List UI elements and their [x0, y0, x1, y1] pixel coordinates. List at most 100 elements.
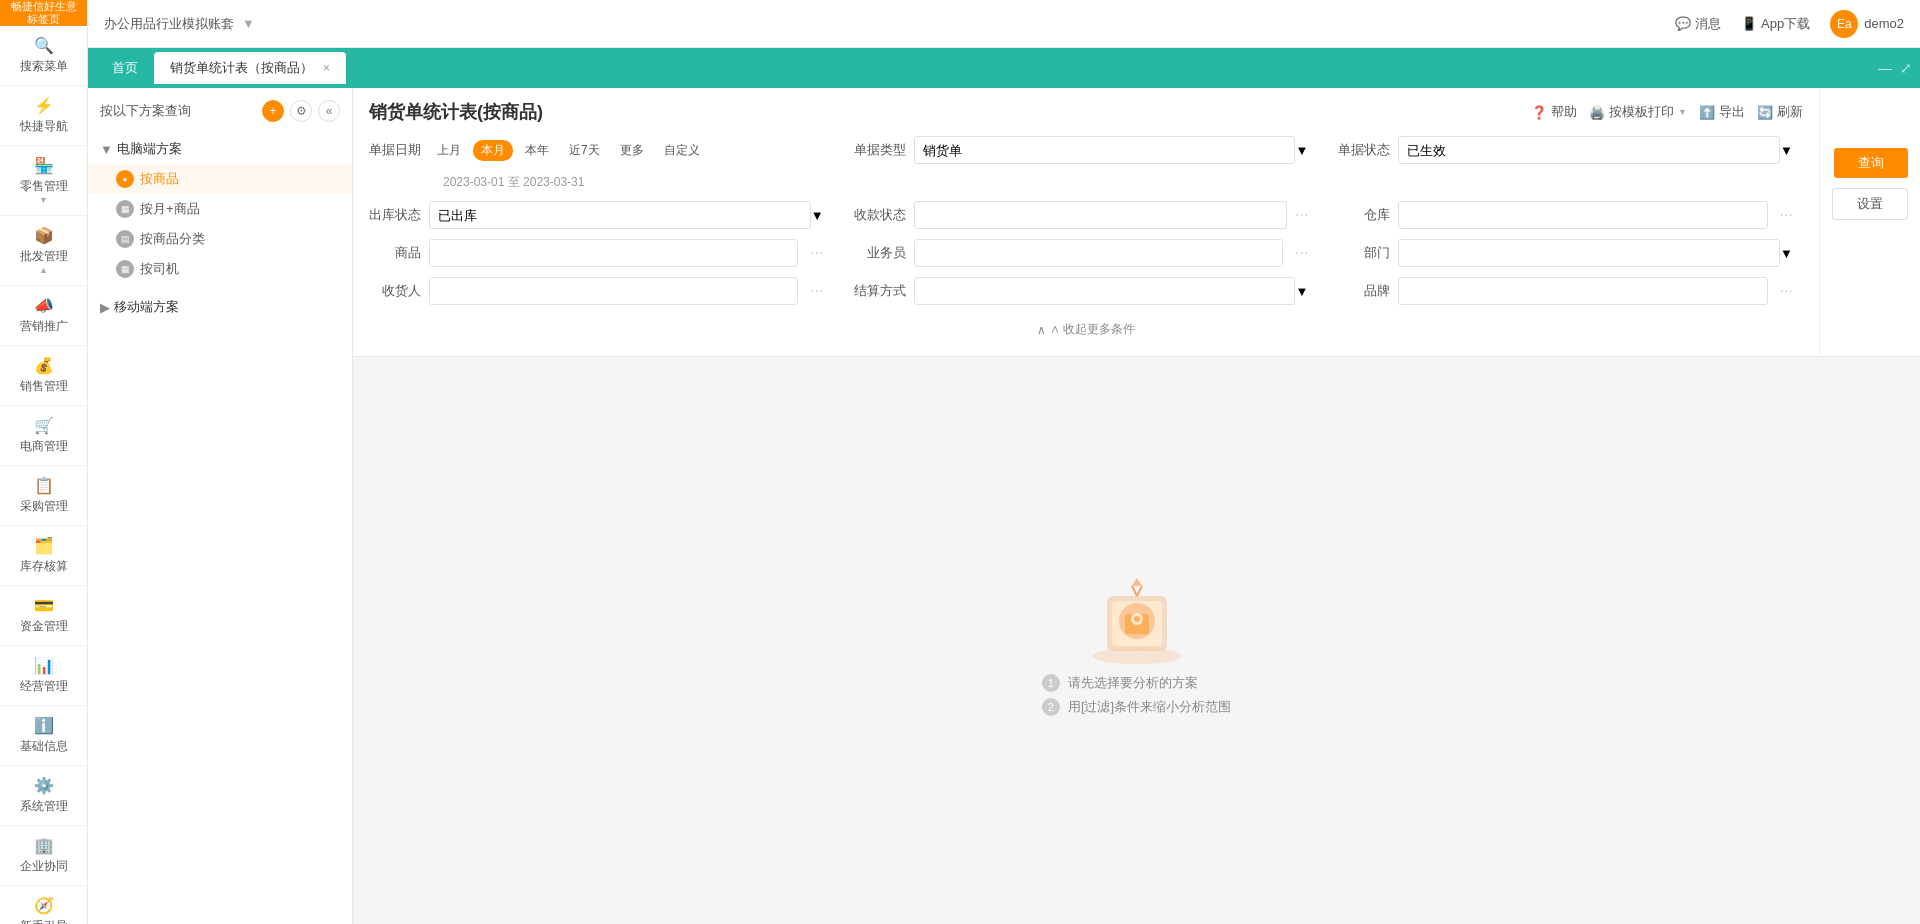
empty-tip-2: 2 用[过滤]条件来缩小分析范围 — [1042, 698, 1231, 716]
docstatus-select[interactable]: 已生效 — [1398, 136, 1780, 164]
receiver-filter-cell: 收货人 ··· — [369, 277, 834, 305]
salesman-input[interactable] — [914, 239, 1283, 267]
settings-button[interactable]: 设置 — [1832, 188, 1908, 220]
active-item-label: 按商品 — [140, 170, 179, 188]
mobile-group-header[interactable]: ▶ 移动端方案 — [88, 292, 352, 322]
tree-item-goods-category[interactable]: ▤ 按商品分类 — [88, 224, 352, 254]
sidebar-search-label: 搜索菜单 — [20, 58, 68, 75]
tip-num-2: 2 — [1042, 698, 1060, 716]
goods-category-label: 按商品分类 — [140, 230, 205, 248]
export-label: 导出 — [1719, 103, 1745, 121]
maximize-btn[interactable]: ⤢ — [1900, 60, 1912, 76]
brand-input[interactable] — [1398, 277, 1767, 305]
logo-subtext: 标签页 — [27, 13, 60, 26]
collapse-bar[interactable]: ∧ ∧ 收起更多条件 — [369, 315, 1803, 344]
pc-group-header[interactable]: ▼ 电脑端方案 — [88, 134, 352, 164]
collapse-panel-btn[interactable]: « — [318, 100, 340, 122]
tab-close-btn[interactable]: × — [323, 61, 330, 75]
date-tab-7days[interactable]: 近7天 — [561, 140, 608, 161]
tab-active[interactable]: 销货单统计表（按商品） × — [154, 52, 346, 84]
tab-home[interactable]: 首页 — [96, 52, 154, 84]
sidebar-item-marketing[interactable]: 📣 营销推广 — [0, 286, 87, 346]
sidebar-logo[interactable]: 畅捷信好生意 标签页 — [0, 0, 87, 26]
sidebar-item-inventory[interactable]: 🗂️ 库存核算 — [0, 526, 87, 586]
sidebar-item-sales[interactable]: 💰 销售管理 — [0, 346, 87, 406]
date-tab-thismonth[interactable]: 本月 — [473, 140, 513, 161]
messages-label: 消息 — [1695, 15, 1721, 33]
dept-select[interactable] — [1398, 239, 1780, 267]
tree-item-by-driver[interactable]: ▦ 按司机 — [88, 254, 352, 284]
tree-item-month-goods[interactable]: ▦ 按月+商品 — [88, 194, 352, 224]
receiver-dots[interactable]: ··· — [810, 282, 823, 300]
goods-control: ··· — [429, 239, 824, 267]
warehouse-input[interactable] — [1398, 201, 1767, 229]
sidebar-item-purchase[interactable]: 📋 采购管理 — [0, 466, 87, 526]
tree-item-by-goods[interactable]: ● 按商品 — [88, 164, 352, 194]
stockout-filter-cell: 出库状态 已出库 ▼ — [369, 201, 834, 229]
payment-input[interactable] — [914, 201, 1287, 229]
sidebar-item-system[interactable]: ⚙️ 系统管理 — [0, 766, 87, 826]
stockout-control: 已出库 ▼ — [429, 201, 824, 229]
svg-line-7 — [1132, 586, 1137, 596]
date-tab-thisyear[interactable]: 本年 — [517, 140, 557, 161]
goods-dots[interactable]: ··· — [810, 244, 823, 262]
dropdown-icon[interactable]: ▼ — [242, 16, 255, 31]
empty-state: 1 请先选择要分析的方案 2 用[过滤]条件来缩小分析范围 — [353, 357, 1920, 924]
search-icon: 🔍 — [34, 36, 54, 55]
sidebar-item-basic[interactable]: ℹ️ 基础信息 — [0, 706, 87, 766]
wholesale-icon: 📦 — [34, 226, 54, 245]
month-goods-icon: ▦ — [116, 200, 134, 218]
receiver-input[interactable] — [429, 277, 798, 305]
sidebar-basic-label: 基础信息 — [20, 738, 68, 755]
stockout-select[interactable]: 已出库 — [429, 201, 811, 229]
sidebar-item-finance[interactable]: 💳 资金管理 — [0, 586, 87, 646]
app-download-action[interactable]: 📱 App下载 — [1741, 15, 1810, 33]
sidebar-item-retail[interactable]: 🏪 零售管理 ▼ — [0, 146, 87, 216]
refresh-action[interactable]: 🔄 刷新 — [1757, 103, 1803, 121]
sidebar-item-search[interactable]: 🔍 搜索菜单 — [0, 26, 87, 86]
date-tabs: 上月 本月 本年 近7天 更多 自定义 — [429, 140, 708, 161]
salesman-dots[interactable]: ··· — [1295, 244, 1308, 262]
sidebar-item-enterprise[interactable]: 🏢 企业协同 — [0, 826, 87, 886]
quicknav-icon: ⚡ — [34, 96, 54, 115]
system-icon: ⚙️ — [34, 776, 54, 795]
payment-dots[interactable]: ··· — [1295, 206, 1308, 224]
paymethod-select[interactable] — [914, 277, 1296, 305]
goods-input[interactable] — [429, 239, 798, 267]
settings-scheme-btn[interactable]: ⚙ — [290, 100, 312, 122]
help-action[interactable]: ❓ 帮助 — [1531, 103, 1577, 121]
date-tab-lastmonth[interactable]: 上月 — [429, 140, 469, 161]
date-tab-more[interactable]: 更多 — [612, 140, 652, 161]
doctype-chevron: ▼ — [1295, 143, 1308, 158]
print-dropdown-icon: ▼ — [1678, 107, 1687, 117]
basic-icon: ℹ️ — [34, 716, 54, 735]
payment-label: 收款状态 — [854, 206, 914, 224]
dept-chevron: ▼ — [1780, 246, 1793, 261]
stockout-label: 出库状态 — [369, 206, 429, 224]
sidebar-purchase-label: 采购管理 — [20, 498, 68, 515]
brand-dots[interactable]: ··· — [1780, 282, 1793, 300]
export-action[interactable]: ⬆️ 导出 — [1699, 103, 1745, 121]
ecom-icon: 🛒 — [34, 416, 54, 435]
receiver-control: ··· — [429, 277, 824, 305]
doctype-select[interactable]: 销货单 — [914, 136, 1296, 164]
sidebar-item-ecom[interactable]: 🛒 电商管理 — [0, 406, 87, 466]
sidebar-item-guide[interactable]: 🧭 新手引导 — [0, 886, 87, 924]
marketing-icon: 📣 — [34, 296, 54, 315]
sidebar-item-operations[interactable]: 📊 经营管理 — [0, 646, 87, 706]
warehouse-dots[interactable]: ··· — [1780, 206, 1793, 224]
date-label: 单据日期 — [369, 141, 429, 159]
help-icon: ❓ — [1531, 105, 1547, 120]
sidebar-item-wholesale[interactable]: 📦 批发管理 ▲ — [0, 216, 87, 286]
sidebar-item-quicknav[interactable]: ⚡ 快捷导航 — [0, 86, 87, 146]
stockout-chevron: ▼ — [811, 208, 824, 223]
add-scheme-btn[interactable]: + — [262, 100, 284, 122]
user-profile[interactable]: Ea demo2 — [1830, 10, 1904, 38]
date-tab-custom[interactable]: 自定义 — [656, 140, 708, 161]
dept-filter-cell: 部门 ▼ — [1338, 239, 1803, 267]
print-action[interactable]: 🖨️ 按模板打印 ▼ — [1589, 103, 1687, 121]
enterprise-icon: 🏢 — [34, 836, 54, 855]
query-button[interactable]: 查询 — [1834, 148, 1908, 178]
messages-action[interactable]: 💬 消息 — [1675, 15, 1721, 33]
minimize-btn[interactable]: — — [1878, 60, 1892, 76]
